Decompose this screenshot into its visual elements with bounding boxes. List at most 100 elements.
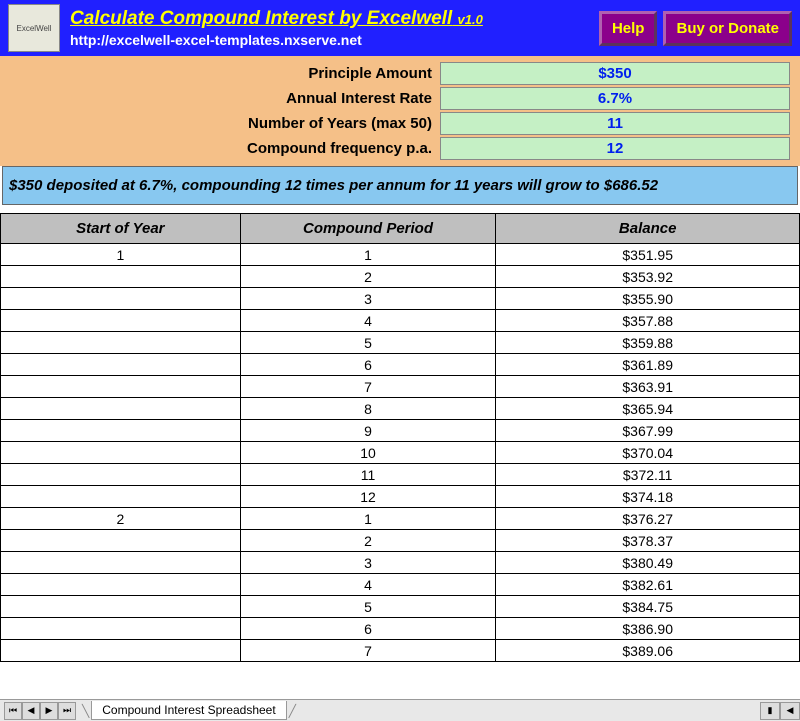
sheet-first-icon[interactable]: ⏮ [4, 702, 22, 720]
table-row[interactable]: 11$372.11 [1, 464, 800, 486]
table-header-row: Start of Year Compound Period Balance [1, 214, 800, 244]
years-input[interactable]: 11 [440, 112, 790, 135]
cell-year[interactable] [1, 640, 241, 662]
principle-input[interactable]: $350 [440, 62, 790, 85]
cell-period[interactable]: 12 [240, 486, 496, 508]
cell-period[interactable]: 7 [240, 376, 496, 398]
cell-year[interactable] [1, 420, 241, 442]
cell-year[interactable] [1, 354, 241, 376]
table-row[interactable]: 6$361.89 [1, 354, 800, 376]
cell-balance[interactable]: $370.04 [496, 442, 800, 464]
cell-period[interactable]: 4 [240, 310, 496, 332]
cell-balance[interactable]: $357.88 [496, 310, 800, 332]
cell-year[interactable]: 1 [1, 244, 241, 266]
table-row[interactable]: 21$376.27 [1, 508, 800, 530]
cell-period[interactable]: 2 [240, 266, 496, 288]
cell-period[interactable]: 6 [240, 354, 496, 376]
cell-year[interactable] [1, 596, 241, 618]
sheet-prev-icon[interactable]: ◀ [22, 702, 40, 720]
cell-period[interactable]: 1 [240, 508, 496, 530]
table-row[interactable]: 11$351.95 [1, 244, 800, 266]
cell-year[interactable] [1, 398, 241, 420]
table-scroll[interactable]: Start of Year Compound Period Balance 11… [0, 205, 800, 685]
cell-year[interactable] [1, 552, 241, 574]
table-row[interactable]: 8$365.94 [1, 398, 800, 420]
cell-period[interactable]: 6 [240, 618, 496, 640]
cell-balance[interactable]: $353.92 [496, 266, 800, 288]
cell-year[interactable] [1, 332, 241, 354]
cell-period[interactable]: 5 [240, 596, 496, 618]
cell-year[interactable] [1, 530, 241, 552]
table-row[interactable]: 12$374.18 [1, 486, 800, 508]
cell-year[interactable] [1, 288, 241, 310]
sheet-tab-active[interactable]: Compound Interest Spreadsheet [91, 701, 286, 720]
cell-year[interactable] [1, 310, 241, 332]
table-row[interactable]: 2$353.92 [1, 266, 800, 288]
cell-balance[interactable]: $351.95 [496, 244, 800, 266]
cell-balance[interactable]: $374.18 [496, 486, 800, 508]
rate-label: Annual Interest Rate [10, 90, 440, 107]
cell-balance[interactable]: $367.99 [496, 420, 800, 442]
table-row[interactable]: 5$359.88 [1, 332, 800, 354]
sheet-last-icon[interactable]: ⏭ [58, 702, 76, 720]
table-row[interactable]: 9$367.99 [1, 420, 800, 442]
cell-year[interactable] [1, 574, 241, 596]
hscroll-thumb[interactable]: ▮ [760, 702, 780, 720]
tab-divider: ╲ [80, 704, 91, 718]
cell-balance[interactable]: $361.89 [496, 354, 800, 376]
cell-year[interactable] [1, 486, 241, 508]
table-row[interactable]: 6$386.90 [1, 618, 800, 640]
col-year: Start of Year [1, 214, 241, 244]
cell-period[interactable]: 7 [240, 640, 496, 662]
cell-balance[interactable]: $355.90 [496, 288, 800, 310]
sheet-next-icon[interactable]: ▶ [40, 702, 58, 720]
help-button[interactable]: Help [599, 11, 658, 46]
row-principle: Principle Amount $350 [10, 62, 790, 85]
cell-balance[interactable]: $359.88 [496, 332, 800, 354]
cell-year[interactable] [1, 376, 241, 398]
table-row[interactable]: 3$380.49 [1, 552, 800, 574]
freq-input[interactable]: 12 [440, 137, 790, 160]
cell-year[interactable] [1, 442, 241, 464]
cell-period[interactable]: 3 [240, 552, 496, 574]
cell-period[interactable]: 4 [240, 574, 496, 596]
table-row[interactable]: 5$384.75 [1, 596, 800, 618]
cell-period[interactable]: 11 [240, 464, 496, 486]
table-row[interactable]: 4$357.88 [1, 310, 800, 332]
cell-balance[interactable]: $384.75 [496, 596, 800, 618]
cell-period[interactable]: 3 [240, 288, 496, 310]
cell-period[interactable]: 8 [240, 398, 496, 420]
cell-year[interactable] [1, 464, 241, 486]
cell-balance[interactable]: $386.90 [496, 618, 800, 640]
cell-balance[interactable]: $372.11 [496, 464, 800, 486]
rate-input[interactable]: 6.7% [440, 87, 790, 110]
app-header: ExcelWell Calculate Compound Interest by… [0, 0, 800, 56]
cell-year[interactable]: 2 [1, 508, 241, 530]
table-row[interactable]: 7$363.91 [1, 376, 800, 398]
cell-period[interactable]: 9 [240, 420, 496, 442]
cell-balance[interactable]: $380.49 [496, 552, 800, 574]
cell-balance[interactable]: $382.61 [496, 574, 800, 596]
sheet-tab-bar: ⏮ ◀ ▶ ⏭ ╲ Compound Interest Spreadsheet … [0, 699, 800, 721]
app-url[interactable]: http://excelwell-excel-templates.nxserve… [70, 32, 593, 48]
cell-balance[interactable]: $365.94 [496, 398, 800, 420]
cell-balance[interactable]: $378.37 [496, 530, 800, 552]
app-title[interactable]: Calculate Compound Interest by Excelwell… [70, 8, 593, 30]
table-row[interactable]: 7$389.06 [1, 640, 800, 662]
cell-year[interactable] [1, 266, 241, 288]
buy-donate-button[interactable]: Buy or Donate [663, 11, 792, 46]
hscroll-left-icon[interactable]: ◀ [780, 702, 800, 720]
cell-balance[interactable]: $376.27 [496, 508, 800, 530]
cell-period[interactable]: 2 [240, 530, 496, 552]
cell-period[interactable]: 5 [240, 332, 496, 354]
cell-period[interactable]: 1 [240, 244, 496, 266]
cell-period[interactable]: 10 [240, 442, 496, 464]
table-row[interactable]: 2$378.37 [1, 530, 800, 552]
cell-balance[interactable]: $389.06 [496, 640, 800, 662]
cell-year[interactable] [1, 618, 241, 640]
table-row[interactable]: 10$370.04 [1, 442, 800, 464]
years-label: Number of Years (max 50) [10, 115, 440, 132]
table-row[interactable]: 3$355.90 [1, 288, 800, 310]
cell-balance[interactable]: $363.91 [496, 376, 800, 398]
table-row[interactable]: 4$382.61 [1, 574, 800, 596]
